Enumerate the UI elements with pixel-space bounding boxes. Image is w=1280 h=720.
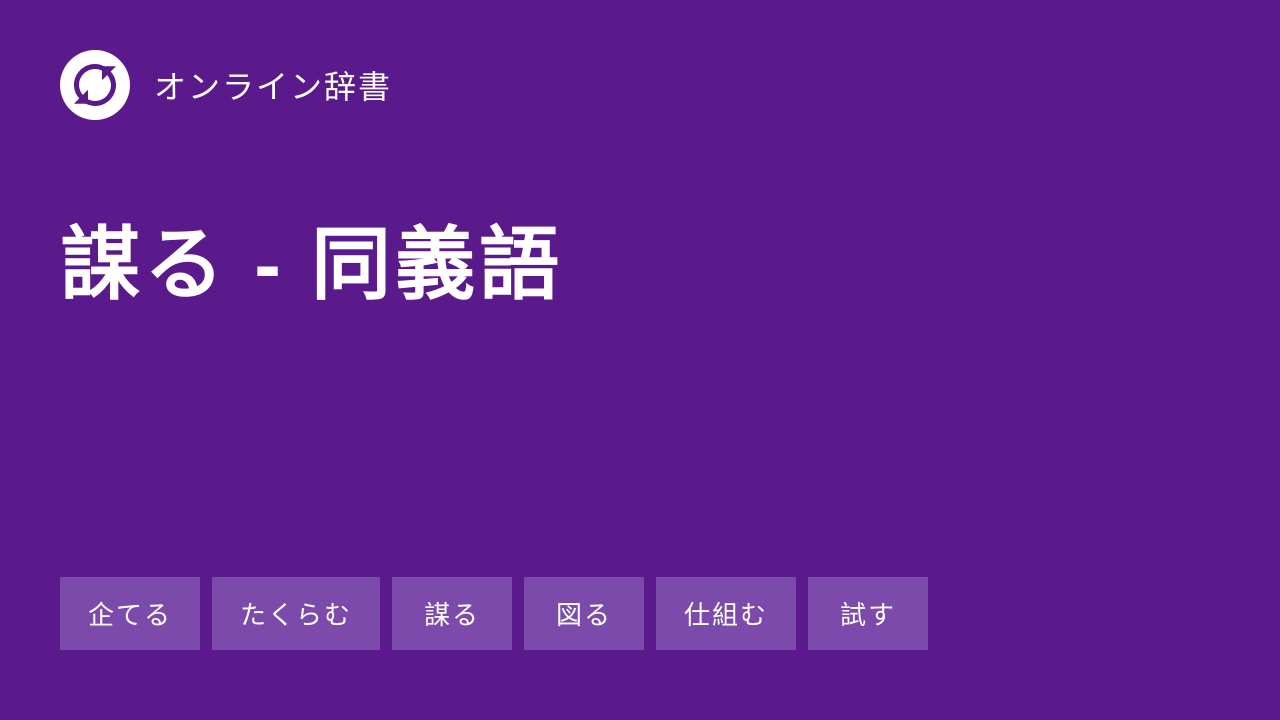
- synonym-button-6[interactable]: 試す: [808, 577, 928, 650]
- synonyms-list: 企てる たくらむ 謀る 図る 仕組む 試す: [60, 577, 1220, 670]
- header: オンライン辞書: [60, 50, 1220, 120]
- main-container: オンライン辞書 謀る - 同義語 企てる たくらむ 謀る 図る 仕組む 試す: [0, 0, 1280, 720]
- synonym-button-3[interactable]: 謀る: [392, 577, 512, 650]
- synonym-button-5[interactable]: 仕組む: [656, 577, 796, 650]
- app-title: オンライン辞書: [154, 62, 392, 108]
- synonym-button-1[interactable]: 企てる: [60, 577, 200, 650]
- synonym-button-4[interactable]: 図る: [524, 577, 644, 650]
- page-title: 謀る - 同義語: [60, 180, 1220, 316]
- refresh-icon: [60, 50, 130, 120]
- synonym-button-2[interactable]: たくらむ: [212, 577, 380, 650]
